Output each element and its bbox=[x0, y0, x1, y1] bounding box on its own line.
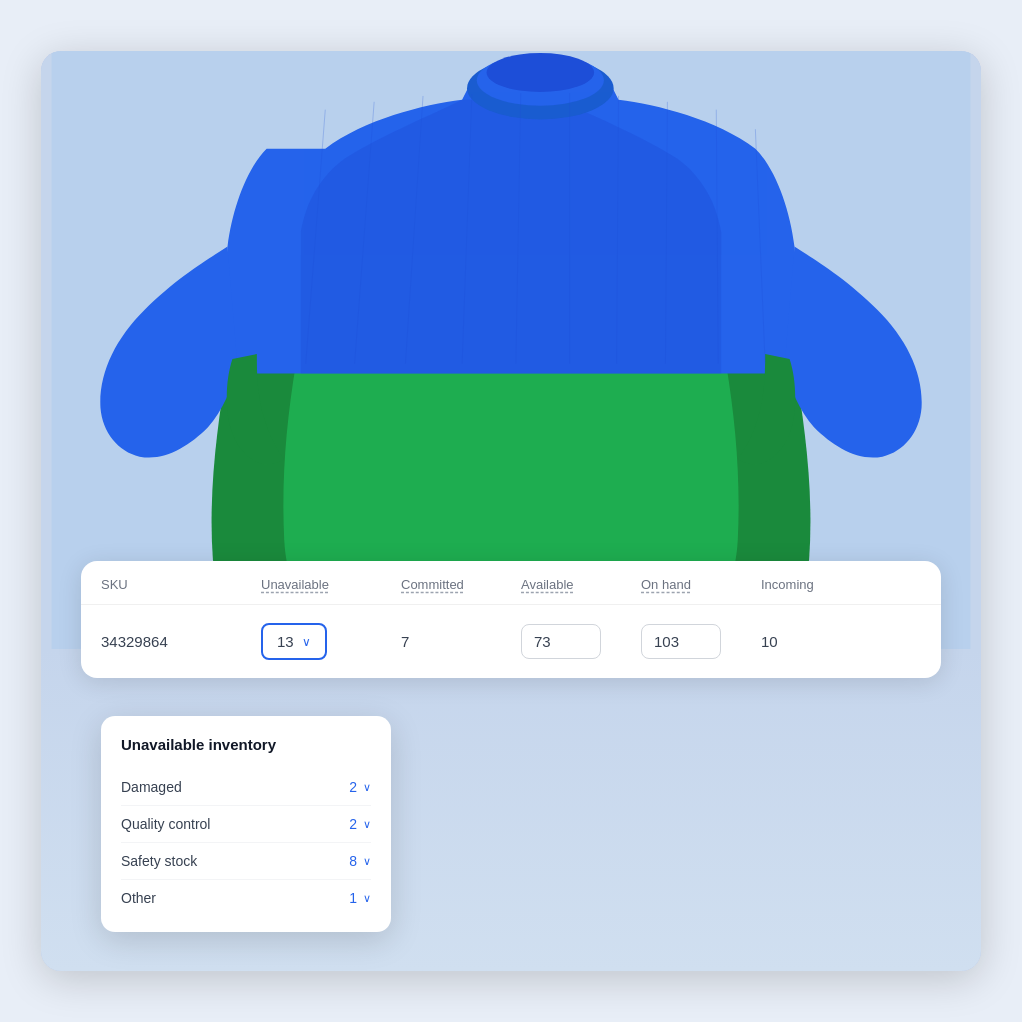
table-header: SKU Unavailable Committed Available On h… bbox=[81, 561, 941, 605]
on-hand-input[interactable] bbox=[641, 624, 721, 659]
header-on-hand: On hand bbox=[641, 577, 761, 592]
qc-count: 2 bbox=[349, 816, 357, 832]
safety-count: 8 bbox=[349, 853, 357, 869]
unavailable-dropdown-button[interactable]: 13 ∨ bbox=[261, 623, 401, 660]
dropdown-title: Unavailable inventory bbox=[121, 736, 371, 753]
header-available: Available bbox=[521, 577, 641, 592]
header-incoming: Incoming bbox=[761, 577, 861, 592]
committed-value: 7 bbox=[401, 633, 521, 650]
dropdown-item-safety-value[interactable]: 8 ∨ bbox=[349, 853, 371, 869]
header-unavailable: Unavailable bbox=[261, 577, 401, 592]
available-input[interactable] bbox=[521, 624, 601, 659]
unavailable-value: 13 bbox=[277, 633, 294, 650]
incoming-value: 10 bbox=[761, 633, 861, 650]
chevron-down-icon: ∨ bbox=[302, 635, 311, 649]
dropdown-item-safety-stock[interactable]: Safety stock 8 ∨ bbox=[121, 843, 371, 880]
dropdown-item-qc-value[interactable]: 2 ∨ bbox=[349, 816, 371, 832]
sku-value: 34329864 bbox=[101, 633, 261, 650]
main-card: SKU Unavailable Committed Available On h… bbox=[41, 51, 981, 971]
unavailable-button[interactable]: 13 ∨ bbox=[261, 623, 327, 660]
inventory-table-card: SKU Unavailable Committed Available On h… bbox=[81, 561, 941, 678]
dropdown-item-safety-label: Safety stock bbox=[121, 853, 197, 869]
dropdown-item-qc-label: Quality control bbox=[121, 816, 210, 832]
dropdown-item-other-value[interactable]: 1 ∨ bbox=[349, 890, 371, 906]
dropdown-item-damaged-value[interactable]: 2 ∨ bbox=[349, 779, 371, 795]
damaged-chevron-icon: ∨ bbox=[363, 781, 371, 794]
other-count: 1 bbox=[349, 890, 357, 906]
unavailable-inventory-dropdown: Unavailable inventory Damaged 2 ∨ Qualit… bbox=[101, 716, 391, 932]
dropdown-item-other-label: Other bbox=[121, 890, 156, 906]
table-row: 34329864 13 ∨ 7 10 bbox=[81, 605, 941, 678]
dropdown-item-damaged-label: Damaged bbox=[121, 779, 182, 795]
damaged-count: 2 bbox=[349, 779, 357, 795]
safety-chevron-icon: ∨ bbox=[363, 855, 371, 868]
dropdown-item-quality-control[interactable]: Quality control 2 ∨ bbox=[121, 806, 371, 843]
header-sku: SKU bbox=[101, 577, 261, 592]
header-committed: Committed bbox=[401, 577, 521, 592]
dropdown-item-other[interactable]: Other 1 ∨ bbox=[121, 880, 371, 916]
other-chevron-icon: ∨ bbox=[363, 892, 371, 905]
qc-chevron-icon: ∨ bbox=[363, 818, 371, 831]
dropdown-item-damaged[interactable]: Damaged 2 ∨ bbox=[121, 769, 371, 806]
svg-point-4 bbox=[487, 53, 595, 92]
